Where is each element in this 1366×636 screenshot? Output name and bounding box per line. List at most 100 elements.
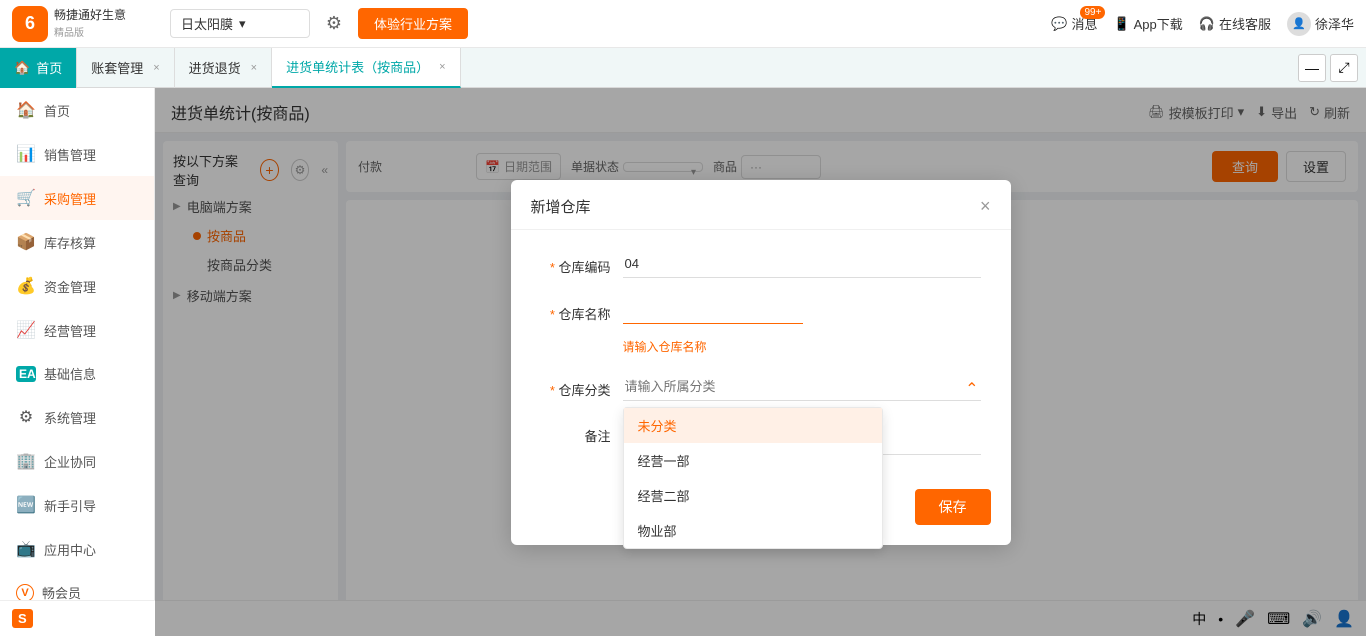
- appcenter-icon: 📺: [16, 539, 36, 559]
- sidebar-item-system[interactable]: ⚙ 系统管理: [0, 395, 154, 439]
- guide-icon: 🆕: [16, 495, 36, 515]
- tab-purchase-stats-close[interactable]: ×: [439, 61, 445, 73]
- sidebar-label-home: 首页: [44, 101, 70, 120]
- name-error-msg: 请输入仓库名称: [623, 340, 707, 354]
- avatar-icon: 👤: [1287, 12, 1311, 36]
- sidebar-label-purchase: 采购管理: [44, 189, 96, 208]
- tab-accounts-close[interactable]: ×: [153, 62, 159, 74]
- sidebar-item-basic-info[interactable]: EA 基础信息: [0, 352, 154, 395]
- dropdown-option-2[interactable]: 经营二部: [624, 478, 882, 513]
- content-area: 进货单统计(按商品) 🖨 按模板打印 ▾ ⬇ 导出 ↻ 刷新: [155, 88, 1366, 636]
- mobile-icon: 📱: [1113, 16, 1129, 32]
- modal-close-button[interactable]: ×: [980, 196, 991, 217]
- modal-body: 仓库编码 仓库名称 请输入仓库名称: [511, 230, 1011, 489]
- sidebar-label-enterprise: 企业协同: [44, 452, 96, 471]
- sidebar-label-appcenter: 应用中心: [44, 540, 96, 559]
- username-label: 徐泽华: [1315, 14, 1354, 33]
- modal-title: 新增仓库: [531, 196, 591, 217]
- operations-icon: 📈: [16, 320, 36, 340]
- category-label: 仓库分类: [541, 373, 611, 399]
- sidebar-label-finance: 资金管理: [44, 277, 96, 296]
- basic-info-icon: EA: [16, 366, 36, 382]
- sidebar-item-enterprise[interactable]: 🏢 企业协同: [0, 439, 154, 483]
- sidebar-label-guide: 新手引导: [44, 496, 96, 515]
- save-button[interactable]: 保存: [915, 489, 991, 525]
- tab-accounts[interactable]: 账套管理 ×: [77, 48, 174, 88]
- finance-icon: 💰: [16, 276, 36, 296]
- sidebar-item-home[interactable]: 🏠 首页: [0, 88, 154, 132]
- home-icon: 🏠: [16, 100, 36, 120]
- dropdown-option-3[interactable]: 物业部: [624, 513, 882, 548]
- sidebar: 🏠 首页 📊 销售管理 🛒 采购管理 📦 库存核算 💰 资金管理 📈 经营管理 …: [0, 88, 155, 636]
- bottom-left-icons: S: [12, 609, 33, 628]
- sidebar-item-operations[interactable]: 📈 经营管理: [0, 308, 154, 352]
- sidebar-item-appcenter[interactable]: 📺 应用中心: [0, 527, 154, 571]
- code-input[interactable]: [623, 250, 981, 278]
- category-dropdown-wrap: ⌃ 未分类 经营一部 经营二部 物业部: [623, 373, 981, 401]
- edition-label: 精品版: [54, 24, 126, 39]
- modal-header: 新增仓库 ×: [511, 180, 1011, 230]
- store-name: 日太阳膜: [181, 14, 233, 33]
- tab-accounts-label: 账套管理: [91, 58, 143, 77]
- messages-button[interactable]: 💬 消息 99+: [1051, 14, 1097, 33]
- sidebar-label-inventory: 库存核算: [44, 233, 96, 252]
- sidebar-item-finance[interactable]: 💰 资金管理: [0, 264, 154, 308]
- gear-button[interactable]: ⚙: [318, 8, 350, 40]
- add-warehouse-modal: 新增仓库 × 仓库编码 仓库名称: [511, 180, 1011, 545]
- tab-bar: 🏠 首页 账套管理 × 进货退货 × 进货单统计表（按商品） × — ⤢: [0, 48, 1366, 88]
- logo-area: 6 畅捷通好生意 精品版: [12, 6, 162, 42]
- online-service-button[interactable]: 🎧 在线客服: [1199, 14, 1271, 33]
- brand-s-icon: S: [12, 609, 33, 628]
- dropdown-arrow-icon[interactable]: ⌃: [965, 379, 978, 399]
- tab-purchase-return[interactable]: 进货退货 ×: [175, 48, 272, 88]
- sidebar-item-sales[interactable]: 📊 销售管理: [0, 132, 154, 176]
- home-icon: 🏠: [14, 60, 30, 76]
- user-profile-button[interactable]: 👤 徐泽华: [1287, 12, 1354, 36]
- name-field-row: 仓库名称 请输入仓库名称: [541, 296, 981, 355]
- name-error-row: 请输入仓库名称: [541, 338, 707, 355]
- tab-end-buttons: — ⤢: [1298, 54, 1366, 82]
- code-field-row: 仓库编码: [541, 250, 981, 278]
- tab-purchase-return-label: 进货退货: [189, 58, 241, 77]
- trial-button[interactable]: 体验行业方案: [358, 8, 468, 39]
- store-selector[interactable]: 日太阳膜 ▾: [170, 9, 310, 38]
- tab-purchase-stats[interactable]: 进货单统计表（按商品） ×: [272, 48, 460, 88]
- chevron-down-icon: ▾: [239, 16, 246, 32]
- member-icon: V: [16, 584, 34, 602]
- tab-expand-button[interactable]: ⤢: [1330, 54, 1358, 82]
- sidebar-item-guide[interactable]: 🆕 新手引导: [0, 483, 154, 527]
- top-right: 💬 消息 99+ 📱 App下载 🎧 在线客服 👤 徐泽华: [1051, 12, 1354, 36]
- tab-purchase-return-close[interactable]: ×: [251, 62, 257, 74]
- dropdown-option-1[interactable]: 经营一部: [624, 443, 882, 478]
- code-label: 仓库编码: [541, 250, 611, 276]
- messages-badge: 99+: [1080, 6, 1105, 19]
- tab-home[interactable]: 🏠 首页: [0, 48, 77, 88]
- sidebar-label-sales: 销售管理: [44, 145, 96, 164]
- tab-home-label: 首页: [36, 58, 62, 77]
- online-service-label: 在线客服: [1219, 14, 1271, 33]
- name-input[interactable]: [623, 296, 803, 324]
- category-field-row: 仓库分类 ⌃ 未分类 经营一部 经营二部 物业部: [541, 373, 981, 401]
- enterprise-icon: 🏢: [16, 451, 36, 471]
- sidebar-label-operations: 经营管理: [44, 321, 96, 340]
- brand-name: 畅捷通好生意: [54, 8, 126, 24]
- purchase-icon: 🛒: [16, 188, 36, 208]
- sales-icon: 📊: [16, 144, 36, 164]
- name-label: 仓库名称: [541, 297, 611, 323]
- tab-purchase-stats-label: 进货单统计表（按商品）: [286, 57, 429, 76]
- sidebar-label-system: 系统管理: [44, 408, 96, 427]
- sidebar-item-inventory[interactable]: 📦 库存核算: [0, 220, 154, 264]
- tab-minimize-button[interactable]: —: [1298, 54, 1326, 82]
- app-download-button[interactable]: 📱 App下载: [1113, 14, 1182, 33]
- app-logo: 6: [12, 6, 48, 42]
- message-icon: 💬: [1051, 16, 1067, 32]
- category-input[interactable]: [623, 373, 981, 401]
- top-bar: 6 畅捷通好生意 精品版 日太阳膜 ▾ ⚙ 体验行业方案 💬 消息 99+ 📱 …: [0, 0, 1366, 48]
- app-download-label: App下载: [1134, 14, 1183, 33]
- category-dropdown-list: 未分类 经营一部 经营二部 物业部: [623, 407, 883, 549]
- system-icon: ⚙: [16, 407, 36, 427]
- inventory-icon: 📦: [16, 232, 36, 252]
- sidebar-item-purchase[interactable]: 🛒 采购管理: [0, 176, 154, 220]
- dropdown-option-0[interactable]: 未分类: [624, 408, 882, 443]
- sidebar-label-basic-info: 基础信息: [44, 364, 96, 383]
